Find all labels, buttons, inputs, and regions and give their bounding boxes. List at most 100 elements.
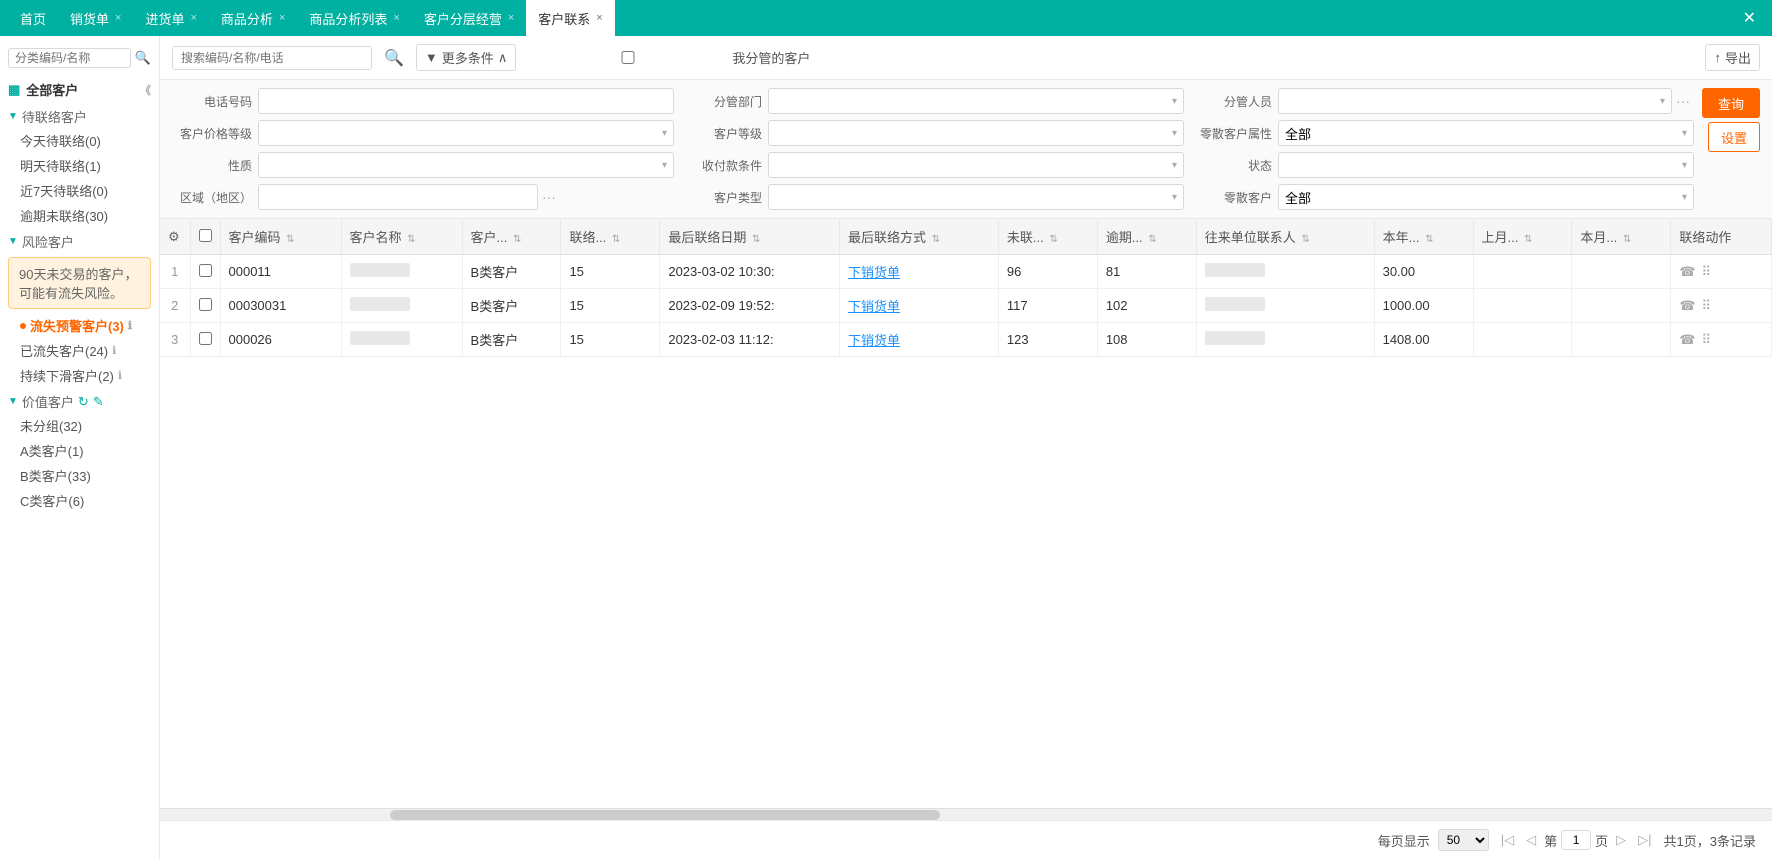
nature-select[interactable]: ▾: [258, 152, 674, 178]
sidebar: 🔍 ▦ 全部客户 《 ▼ 待联络客户 今天待联络(0) 明天待联络(1) 近7天…: [0, 36, 160, 859]
more-action-icon[interactable]: ⠿: [1702, 264, 1712, 280]
close-product-list-icon[interactable]: ×: [393, 12, 399, 24]
cust-type-select[interactable]: ▾: [768, 184, 1184, 210]
sidebar-all-customers[interactable]: ▦ 全部客户 《: [0, 76, 159, 103]
sort-code-icon[interactable]: ⇅: [286, 234, 294, 245]
search-input[interactable]: [172, 46, 372, 70]
payment-label: 收付款条件: [682, 157, 762, 174]
nav-purchase[interactable]: 进货单 ×: [133, 0, 208, 36]
row-num: 1: [160, 255, 190, 289]
prev-page-button[interactable]: ◁: [1522, 830, 1540, 850]
status-select[interactable]: ▾: [1278, 152, 1694, 178]
region-select[interactable]: [258, 184, 538, 210]
sort-name-icon[interactable]: ⇅: [407, 234, 415, 245]
manager-more-icon[interactable]: ···: [1672, 93, 1694, 109]
row-checkbox[interactable]: [199, 298, 212, 311]
my-customers-checkbox-label[interactable]: 我分管的客户: [528, 48, 810, 67]
phone-action-icon[interactable]: ☎: [1679, 264, 1695, 280]
more-action-icon-2[interactable]: ⠿: [1702, 298, 1712, 314]
more-conditions-button[interactable]: ▼ 更多条件 ∧: [416, 44, 516, 71]
phone-action-icon-2[interactable]: ☎: [1679, 298, 1695, 314]
row-checkbox[interactable]: [199, 332, 212, 345]
close-customer-contact-icon[interactable]: ×: [596, 12, 602, 24]
sort-lastmonth-icon[interactable]: ⇅: [1524, 234, 1532, 245]
next-page-button[interactable]: ▷: [1612, 830, 1630, 850]
manager-select[interactable]: ▾: [1278, 88, 1672, 114]
nav-customer-contact[interactable]: 客户联系 ×: [526, 0, 614, 36]
region-more-icon[interactable]: ···: [538, 189, 560, 205]
sidebar-item-churn-warning[interactable]: 流失预警客户(3) ℹ: [0, 313, 159, 338]
row-checkbox[interactable]: [199, 264, 212, 277]
casual-attr-select[interactable]: 全部 ▾: [1278, 120, 1694, 146]
payment-select[interactable]: ▾: [768, 152, 1184, 178]
phone-input[interactable]: [258, 88, 674, 114]
my-customers-checkbox[interactable]: [528, 51, 728, 64]
per-page-select[interactable]: 50 100 200: [1438, 829, 1489, 851]
sidebar-group-value[interactable]: ▼ 价值客户 ↻ ✎: [0, 388, 159, 413]
sort-contact-icon[interactable]: ⇅: [612, 234, 620, 245]
sort-date-icon[interactable]: ⇅: [752, 234, 760, 245]
row-last-month: [1473, 289, 1572, 323]
sort-method-icon[interactable]: ⇅: [932, 234, 940, 245]
edit-icon[interactable]: ✎: [93, 394, 104, 410]
nav-product-analysis[interactable]: 商品分析 ×: [209, 0, 297, 36]
close-customer-tier-icon[interactable]: ×: [508, 12, 514, 24]
last-method-link[interactable]: 下销货单: [848, 333, 900, 348]
filter-panel: 电话号码 分管部门 ▾ 分管人员: [160, 80, 1772, 219]
nav-product-list[interactable]: 商品分析列表 ×: [297, 0, 411, 36]
refresh-icon[interactable]: ↻: [78, 394, 89, 410]
sidebar-item-declining[interactable]: 持续下滑客户(2) ℹ: [0, 363, 159, 388]
sort-contact2-icon[interactable]: ⇅: [1301, 234, 1309, 245]
nav-customer-tier[interactable]: 客户分层经营 ×: [412, 0, 526, 36]
sort-uncontacted-icon[interactable]: ⇅: [1049, 234, 1057, 245]
sidebar-search-icon[interactable]: 🔍: [135, 50, 151, 66]
sidebar-group-pending[interactable]: ▼ 待联络客户: [0, 103, 159, 128]
sidebar-item-overdue[interactable]: 逾期未联络(30): [0, 203, 159, 228]
export-button[interactable]: ↑ 导出: [1705, 44, 1760, 71]
sort-thismonth-icon[interactable]: ⇅: [1623, 234, 1631, 245]
th-settings[interactable]: ⚙: [160, 219, 190, 255]
sort-type-icon[interactable]: ⇅: [513, 234, 521, 245]
search-button[interactable]: 🔍: [384, 48, 404, 68]
sidebar-item-b-class[interactable]: B类客户(33): [0, 463, 159, 488]
sidebar-item-tomorrow[interactable]: 明天待联络(1): [0, 153, 159, 178]
last-method-link[interactable]: 下销货单: [848, 265, 900, 280]
sidebar-item-c-class[interactable]: C类客户(6): [0, 488, 159, 513]
row-type: B类客户: [462, 255, 561, 289]
settings-button[interactable]: 设置: [1708, 122, 1760, 152]
sidebar-item-7days[interactable]: 近7天待联络(0): [0, 178, 159, 203]
sort-overdue-icon[interactable]: ⇅: [1148, 234, 1156, 245]
select-all-checkbox[interactable]: [199, 229, 212, 242]
sidebar-item-churned[interactable]: 已流失客户(24) ℹ: [0, 338, 159, 363]
query-button[interactable]: 查询: [1702, 88, 1760, 118]
nav-home[interactable]: 首页: [8, 0, 58, 36]
filter-row-4: 区域（地区） ··· 客户类型 ▾: [172, 184, 1694, 210]
first-page-button[interactable]: |◁: [1497, 830, 1518, 850]
page-input[interactable]: [1561, 830, 1591, 850]
price-level-select[interactable]: ▾: [258, 120, 674, 146]
sidebar-search-input[interactable]: [8, 48, 131, 68]
sidebar-item-today[interactable]: 今天待联络(0): [0, 128, 159, 153]
customer-level-select[interactable]: ▾: [768, 120, 1184, 146]
sort-thisyear-icon[interactable]: ⇅: [1425, 234, 1433, 245]
horizontal-scrollbar[interactable]: [160, 808, 1772, 820]
scroll-thumb[interactable]: [390, 810, 940, 820]
nav-sales[interactable]: 销货单 ×: [58, 0, 133, 36]
sidebar-group-risk[interactable]: ▼ 风险客户: [0, 228, 159, 253]
sidebar-item-ungraded[interactable]: 未分组(32): [0, 413, 159, 438]
close-product-analysis-icon[interactable]: ×: [279, 12, 285, 24]
window-close-button[interactable]: ✕: [1735, 8, 1764, 28]
close-purchase-icon[interactable]: ×: [190, 12, 196, 24]
customer-table: ⚙ 客户编码 ⇅ 客户名称 ⇅ 客户...: [160, 219, 1772, 357]
more-action-icon-3[interactable]: ⠿: [1702, 332, 1712, 348]
casual-select[interactable]: 全部 ▾: [1278, 184, 1694, 210]
filter-manager: 分管人员 ▾ ···: [1192, 88, 1694, 114]
phone-action-icon-3[interactable]: ☎: [1679, 332, 1695, 348]
sidebar-item-a-class[interactable]: A类客户(1): [0, 438, 159, 463]
filter-icon: ▼: [425, 50, 438, 65]
last-method-link[interactable]: 下销货单: [848, 299, 900, 314]
close-sales-icon[interactable]: ×: [115, 12, 121, 24]
last-page-button[interactable]: ▷|: [1634, 830, 1655, 850]
row-last-month: [1473, 255, 1572, 289]
dept-select[interactable]: ▾: [768, 88, 1184, 114]
